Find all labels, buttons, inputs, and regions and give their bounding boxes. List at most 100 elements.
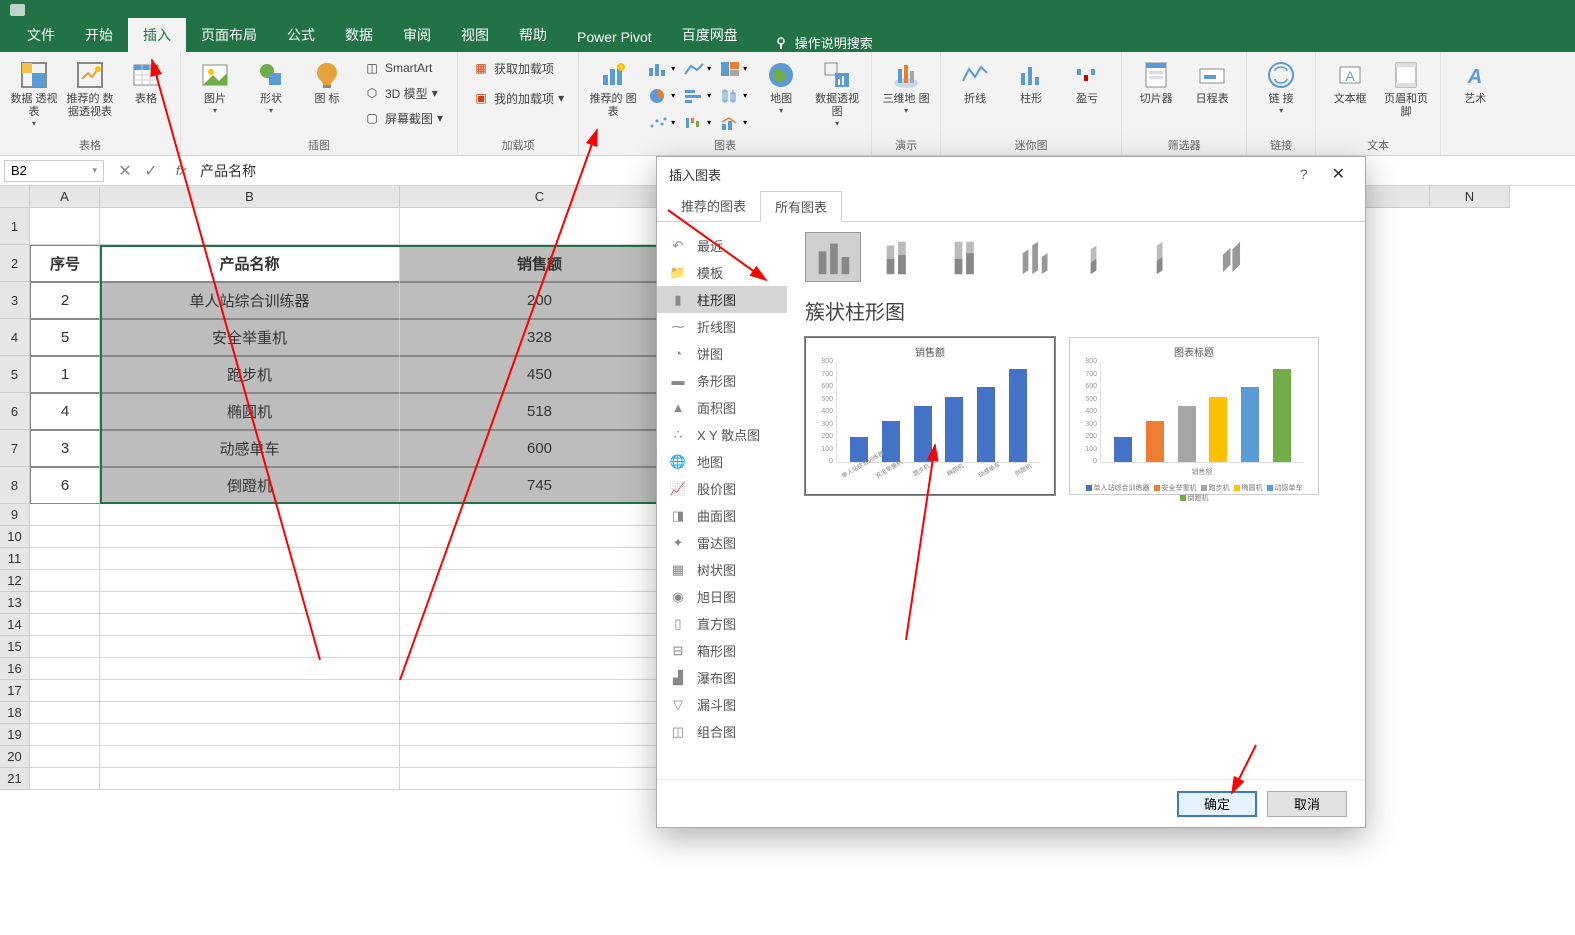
- row-header-10[interactable]: 10: [0, 526, 30, 548]
- col-header-C[interactable]: C: [400, 186, 680, 208]
- 3dmap-button[interactable]: 三维地 图▾: [880, 56, 932, 118]
- tab-recommended[interactable]: 推荐的图表: [667, 191, 760, 222]
- subtype-6[interactable]: [1213, 232, 1269, 282]
- ribbon-tab-7[interactable]: 视图: [446, 18, 504, 52]
- cell-C21[interactable]: [400, 768, 680, 790]
- cat-item-17[interactable]: ▽漏斗图: [657, 691, 787, 718]
- cat-item-15[interactable]: ⊟箱形图: [657, 637, 787, 664]
- row-header-14[interactable]: 14: [0, 614, 30, 636]
- cell-C15[interactable]: [400, 636, 680, 658]
- cat-item-0[interactable]: ↶最近: [657, 232, 787, 259]
- cat-item-10[interactable]: ◨曲面图: [657, 502, 787, 529]
- link-button[interactable]: 链 接▾: [1255, 56, 1307, 118]
- pivot-table-button[interactable]: 数据 透视表▾: [8, 56, 60, 131]
- cell-C12[interactable]: [400, 570, 680, 592]
- cell-A5[interactable]: 1: [30, 356, 100, 393]
- combo-chart-button[interactable]: ▾: [715, 110, 751, 135]
- cell-A2[interactable]: 序号: [30, 245, 100, 282]
- cat-item-13[interactable]: ◉旭日图: [657, 583, 787, 610]
- cell-A19[interactable]: [30, 724, 100, 746]
- cell-B8[interactable]: 倒蹬机: [100, 467, 400, 504]
- chart-preview-1[interactable]: 销售额 0100200300400500600700800 单人站综合训练器安全…: [805, 337, 1055, 495]
- col-header-B[interactable]: B: [100, 186, 400, 208]
- cat-item-4[interactable]: ◔饼图: [657, 340, 787, 367]
- cell-B5[interactable]: 跑步机: [100, 356, 400, 393]
- cell-B2[interactable]: 产品名称: [100, 245, 400, 282]
- subtype-2[interactable]: [941, 232, 997, 282]
- cat-item-2[interactable]: ▮柱形图: [657, 286, 787, 313]
- ribbon-tab-3[interactable]: 页面布局: [186, 18, 272, 52]
- cat-item-5[interactable]: ▬条形图: [657, 367, 787, 394]
- row-header-7[interactable]: 7: [0, 430, 30, 467]
- row-header-5[interactable]: 5: [0, 356, 30, 393]
- subtype-3[interactable]: [1009, 232, 1065, 282]
- cell-C16[interactable]: [400, 658, 680, 680]
- dialog-titlebar[interactable]: 插入图表 ? ✕: [657, 157, 1365, 191]
- cat-item-14[interactable]: ▯直方图: [657, 610, 787, 637]
- cell-A4[interactable]: 5: [30, 319, 100, 356]
- cat-item-3[interactable]: ⁓折线图: [657, 313, 787, 340]
- cancel-button[interactable]: 取消: [1267, 791, 1347, 817]
- column-chart-button[interactable]: ▾: [643, 56, 679, 81]
- cell-C17[interactable]: [400, 680, 680, 702]
- spark-col-button[interactable]: 柱形: [1005, 56, 1057, 109]
- cell-C9[interactable]: [400, 504, 680, 526]
- cell-C13[interactable]: [400, 592, 680, 614]
- ribbon-tab-0[interactable]: 文件: [12, 18, 70, 52]
- cat-item-8[interactable]: 🌐地图: [657, 448, 787, 475]
- cell-A18[interactable]: [30, 702, 100, 724]
- cell-C7[interactable]: 600: [400, 430, 680, 467]
- rec-pivot-button[interactable]: 推荐的 数据透视表: [64, 56, 116, 122]
- fx-icon[interactable]: fx: [176, 163, 186, 178]
- map-chart-button[interactable]: 地图▾: [755, 56, 807, 118]
- row-header-15[interactable]: 15: [0, 636, 30, 658]
- bar-chart-button[interactable]: ▾: [679, 83, 715, 108]
- stat-chart-button[interactable]: ▾: [715, 83, 751, 108]
- subtype-5[interactable]: [1145, 232, 1201, 282]
- cell-B18[interactable]: [100, 702, 400, 724]
- cell-B4[interactable]: 安全举重机: [100, 319, 400, 356]
- col-header-N[interactable]: N: [1430, 186, 1510, 208]
- cell-C4[interactable]: 328: [400, 319, 680, 356]
- pictures-button[interactable]: 图片▾: [189, 56, 241, 118]
- cell-A9[interactable]: [30, 504, 100, 526]
- cell-B10[interactable]: [100, 526, 400, 548]
- cell-C5[interactable]: 450: [400, 356, 680, 393]
- shapes-button[interactable]: 形状▾: [245, 56, 297, 118]
- row-header-18[interactable]: 18: [0, 702, 30, 724]
- cell-B3[interactable]: 单人站综合训练器: [100, 282, 400, 319]
- cancel-edit-button[interactable]: ✕: [112, 160, 138, 182]
- ribbon-tab-9[interactable]: Power Pivot: [562, 22, 667, 52]
- subtype-1[interactable]: [873, 232, 929, 282]
- cat-item-1[interactable]: 📁模板: [657, 259, 787, 286]
- cell-B16[interactable]: [100, 658, 400, 680]
- row-header-21[interactable]: 21: [0, 768, 30, 790]
- spark-winloss-button[interactable]: 盈亏: [1061, 56, 1113, 109]
- quick-access-save[interactable]: [10, 4, 25, 16]
- row-header-2[interactable]: 2: [0, 245, 30, 282]
- dialog-help-button[interactable]: ?: [1300, 166, 1308, 182]
- row-header-1[interactable]: 1: [0, 208, 30, 245]
- ribbon-tab-8[interactable]: 帮助: [504, 18, 562, 52]
- cell-A21[interactable]: [30, 768, 100, 790]
- cells[interactable]: 序号产品名称销售额2单人站综合训练器2005安全举重机3281跑步机4504椭圆…: [30, 208, 680, 790]
- ribbon-tab-4[interactable]: 公式: [272, 18, 330, 52]
- cell-A8[interactable]: 6: [30, 467, 100, 504]
- subtype-0[interactable]: [805, 232, 861, 282]
- icons-button[interactable]: 图 标: [301, 56, 353, 109]
- cell-B1[interactable]: [100, 208, 400, 245]
- cell-A14[interactable]: [30, 614, 100, 636]
- cat-item-12[interactable]: ▦树状图: [657, 556, 787, 583]
- my-addins-button[interactable]: ▣我的加载项 ▾: [466, 86, 570, 110]
- cell-A17[interactable]: [30, 680, 100, 702]
- cell-A12[interactable]: [30, 570, 100, 592]
- cell-B19[interactable]: [100, 724, 400, 746]
- cell-A11[interactable]: [30, 548, 100, 570]
- row-header-13[interactable]: 13: [0, 592, 30, 614]
- cell-C1[interactable]: [400, 208, 680, 245]
- row-header-8[interactable]: 8: [0, 467, 30, 504]
- cell-B21[interactable]: [100, 768, 400, 790]
- name-box[interactable]: B2▾: [4, 160, 104, 182]
- cell-C18[interactable]: [400, 702, 680, 724]
- cat-item-16[interactable]: ▟瀑布图: [657, 664, 787, 691]
